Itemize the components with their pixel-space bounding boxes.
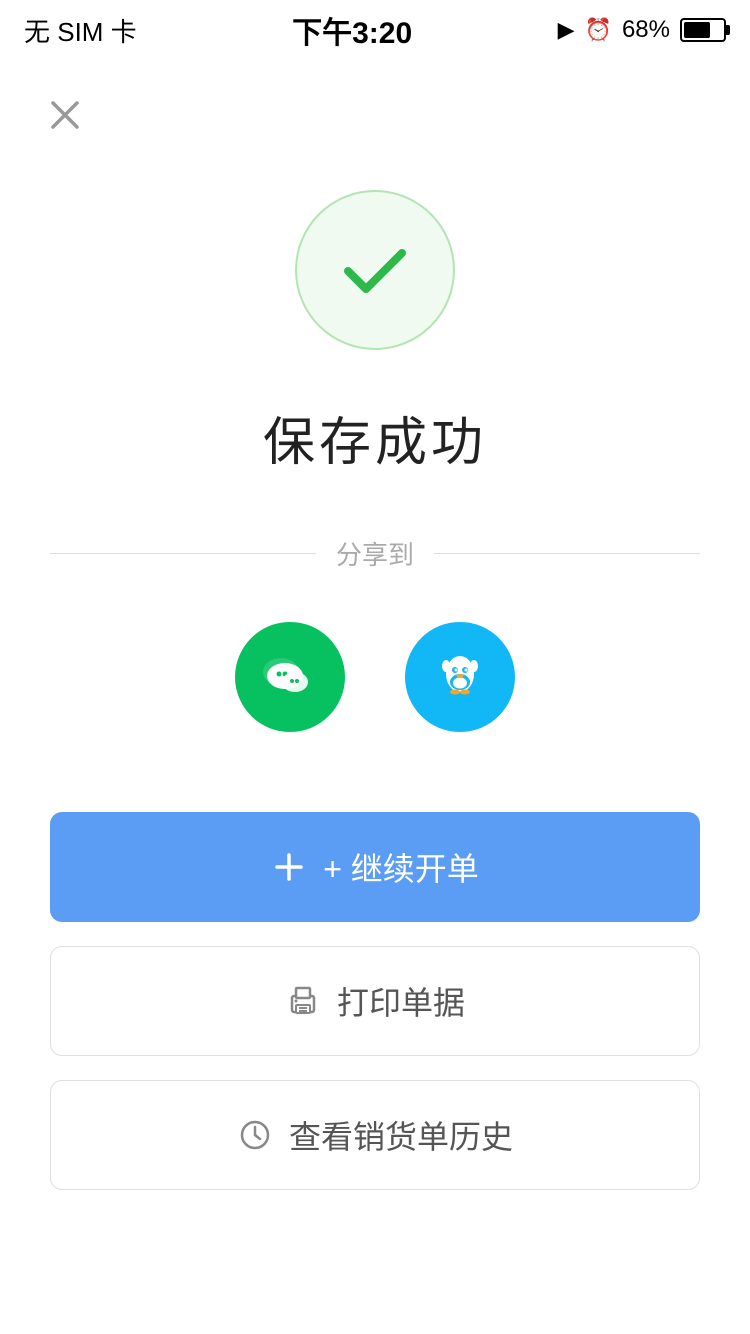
battery-percentage: 68% bbox=[622, 16, 670, 44]
status-right: ▶ ⏰ 68% bbox=[558, 16, 726, 44]
print-label: 打印单据 bbox=[337, 978, 465, 1024]
time-display: 下午3:20 bbox=[292, 8, 412, 52]
close-button[interactable] bbox=[40, 90, 90, 140]
share-divider: 分享到 bbox=[50, 535, 700, 572]
battery-fill bbox=[684, 22, 710, 38]
history-label: 查看销货单历史 bbox=[289, 1112, 513, 1158]
success-title: 保存成功 bbox=[263, 400, 487, 475]
action-buttons: + 继续开单 打印单据 查看销货单历史 bbox=[50, 812, 700, 1190]
share-icons bbox=[235, 622, 515, 732]
close-area bbox=[0, 60, 750, 150]
carrier-text: 无 SIM 卡 bbox=[24, 12, 137, 49]
share-wechat-button[interactable] bbox=[235, 622, 345, 732]
print-icon bbox=[285, 983, 321, 1019]
success-icon bbox=[295, 190, 455, 350]
history-icon bbox=[237, 1117, 273, 1153]
battery-icon bbox=[680, 18, 726, 42]
continue-label: + 继续开单 bbox=[323, 844, 479, 890]
plus-icon bbox=[271, 849, 307, 885]
alarm-icon: ⏰ bbox=[585, 17, 612, 43]
status-left: 无 SIM 卡 bbox=[24, 12, 147, 49]
history-button[interactable]: 查看销货单历史 bbox=[50, 1080, 700, 1190]
main-content: 保存成功 分享到 bbox=[0, 150, 750, 1334]
divider-line-right bbox=[434, 553, 700, 554]
continue-button[interactable]: + 继续开单 bbox=[50, 812, 700, 922]
share-label: 分享到 bbox=[336, 535, 414, 572]
location-icon: ▶ bbox=[558, 17, 575, 43]
print-button[interactable]: 打印单据 bbox=[50, 946, 700, 1056]
share-qq-button[interactable] bbox=[405, 622, 515, 732]
status-bar: 无 SIM 卡 下午3:20 ▶ ⏰ 68% bbox=[0, 0, 750, 60]
divider-line-left bbox=[50, 553, 316, 554]
